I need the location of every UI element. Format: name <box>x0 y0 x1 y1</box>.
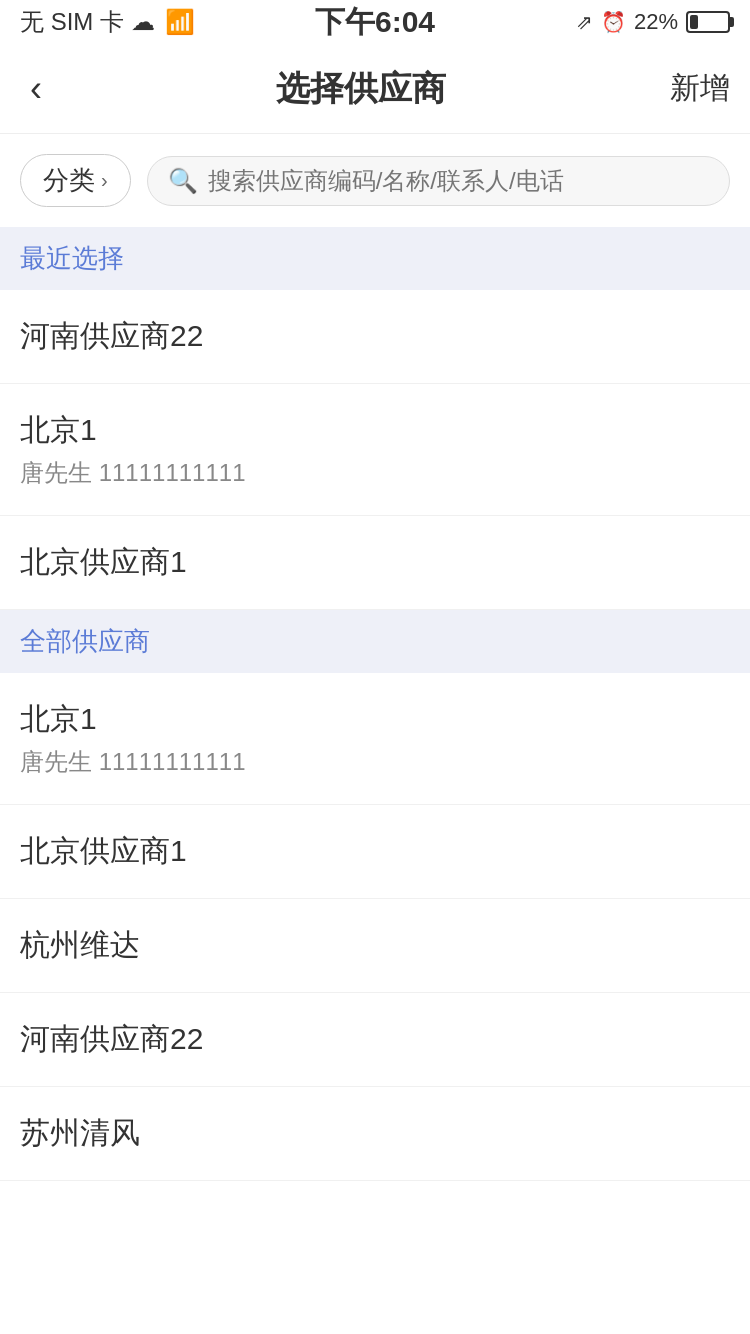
list-item[interactable]: 杭州维达 <box>0 899 750 993</box>
status-bar: 无 SIM 卡 ☁ 📶 下午6:04 ⇗ ⏰ 22% <box>0 0 750 44</box>
supplier-name: 北京供应商1 <box>20 542 730 583</box>
battery-icon <box>686 11 730 33</box>
list-item[interactable]: 北京供应商1 <box>0 516 750 610</box>
status-time: 下午6:04 <box>315 2 435 43</box>
recent-section-header: 最近选择 <box>0 227 750 290</box>
location-icon: ⇗ <box>576 10 593 34</box>
list-item[interactable]: 苏州清风 <box>0 1087 750 1181</box>
supplier-name: 河南供应商22 <box>20 316 730 357</box>
category-filter-button[interactable]: 分类 › <box>20 154 131 207</box>
all-list: 北京1 唐先生 11111111111 北京供应商1 杭州维达 河南供应商22 苏… <box>0 673 750 1181</box>
recent-section-label: 最近选择 <box>20 243 124 273</box>
supplier-name: 苏州清风 <box>20 1113 730 1154</box>
list-item[interactable]: 北京1 唐先生 11111111111 <box>0 384 750 516</box>
wifi-icon: 📶 <box>165 8 195 36</box>
supplier-name: 杭州维达 <box>20 925 730 966</box>
alarm-icon: ⏰ <box>601 10 626 34</box>
list-item[interactable]: 北京1 唐先生 11111111111 <box>0 673 750 805</box>
nav-bar: ‹ 选择供应商 新增 <box>0 44 750 134</box>
supplier-contact: 唐先生 11111111111 <box>20 457 730 489</box>
list-item[interactable]: 河南供应商22 <box>0 290 750 384</box>
supplier-name: 北京1 <box>20 699 730 740</box>
list-item[interactable]: 河南供应商22 <box>0 993 750 1087</box>
filter-bar: 分类 › 🔍 <box>0 134 750 227</box>
category-label: 分类 <box>43 163 95 198</box>
search-input[interactable] <box>208 167 709 195</box>
chevron-right-icon: › <box>101 169 108 192</box>
search-icon: 🔍 <box>168 167 198 195</box>
list-item[interactable]: 北京供应商1 <box>0 805 750 899</box>
sim-label: 无 SIM 卡 ☁ <box>20 6 155 38</box>
supplier-name: 河南供应商22 <box>20 1019 730 1060</box>
supplier-contact: 唐先生 11111111111 <box>20 746 730 778</box>
search-bar[interactable]: 🔍 <box>147 156 730 206</box>
add-button[interactable]: 新增 <box>670 68 730 109</box>
battery-percent: 22% <box>634 9 678 35</box>
all-section-label: 全部供应商 <box>20 626 150 656</box>
status-left: 无 SIM 卡 ☁ 📶 <box>20 6 195 38</box>
supplier-name: 北京供应商1 <box>20 831 730 872</box>
page-title: 选择供应商 <box>276 66 446 112</box>
status-right: ⇗ ⏰ 22% <box>576 9 730 35</box>
recent-list: 河南供应商22 北京1 唐先生 11111111111 北京供应商1 <box>0 290 750 610</box>
all-section-header: 全部供应商 <box>0 610 750 673</box>
supplier-name: 北京1 <box>20 410 730 451</box>
back-button[interactable]: ‹ <box>20 58 52 120</box>
